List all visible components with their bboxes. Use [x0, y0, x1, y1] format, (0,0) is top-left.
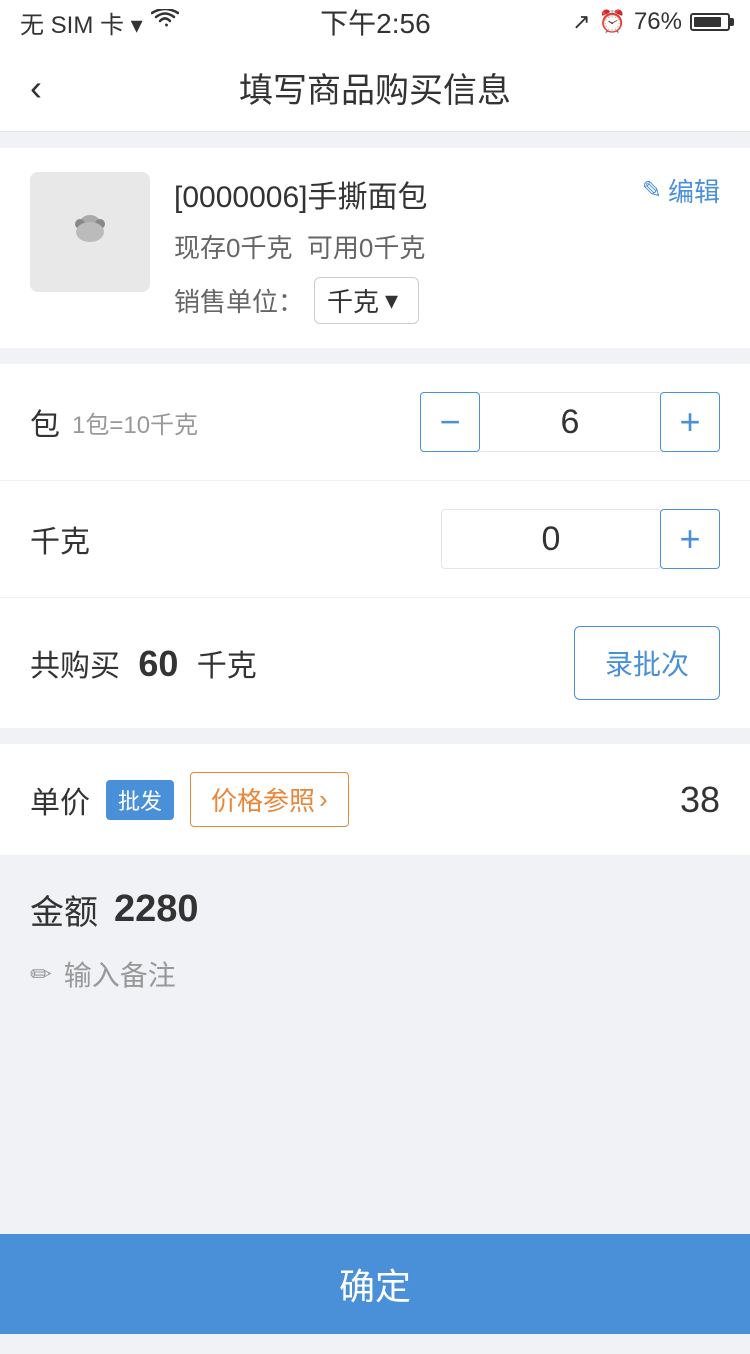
quantity-row-kg: 千克 + — [0, 481, 750, 598]
alarm-icon: ⏰ — [599, 9, 626, 35]
bao-label: 包 1包=10千克 — [30, 400, 198, 444]
bao-controls: − + — [420, 392, 720, 452]
quantity-section: 包 1包=10千克 − + 千克 + — [0, 364, 750, 598]
edit-icon: ✎ — [642, 176, 662, 205]
page-header: ‹ 填写商品购买信息 — [0, 44, 750, 132]
section-divider-1 — [0, 728, 750, 744]
edit-button[interactable]: ✎ 编辑 — [642, 172, 720, 209]
product-info: [0000006]手撕面包 现存0千克 可用0千克 销售单位： 千克 ▾ — [174, 172, 720, 324]
total-section: 共购买 60 千克 录批次 — [0, 598, 750, 728]
price-tag-wholesale: 批发 — [106, 780, 174, 820]
total-label: 共购买 60 千克 — [30, 641, 257, 685]
status-right: ↗ ⏰ 76% — [572, 8, 730, 36]
quantity-row-bao: 包 1包=10千克 − + — [0, 364, 750, 481]
bao-input[interactable] — [480, 392, 660, 452]
bao-minus-button[interactable]: − — [420, 392, 480, 452]
battery-percent: 76% — [634, 8, 682, 36]
page-title: 填写商品购买信息 — [239, 63, 511, 112]
unit-dropdown-arrow: ▾ — [385, 285, 398, 316]
status-left: 无 SIM 卡 ▾ — [20, 5, 179, 40]
note-placeholder: 输入备注 — [64, 954, 176, 994]
unit-select[interactable]: 千克 ▾ — [314, 277, 419, 324]
kg-input[interactable] — [441, 509, 661, 569]
amount-value: 2280 — [114, 888, 199, 931]
product-stock: 现存0千克 可用0千克 — [174, 228, 720, 265]
note-icon: ✏ — [30, 959, 52, 990]
back-button[interactable]: ‹ — [30, 67, 42, 109]
price-value: 38 — [680, 779, 720, 821]
confirm-button[interactable]: 确定 — [0, 1234, 750, 1334]
product-section: [0000006]手撕面包 现存0千克 可用0千克 销售单位： 千克 ▾ ✎ 编… — [0, 148, 750, 348]
status-bar: 无 SIM 卡 ▾ 下午2:56 ↗ ⏰ 76% — [0, 0, 750, 44]
amount-row: 金额 2280 — [30, 885, 720, 934]
bao-plus-button[interactable]: + — [660, 392, 720, 452]
amount-label: 金额 — [30, 885, 98, 934]
product-name: [0000006]手撕面包 — [174, 172, 720, 216]
product-unit-row: 销售单位： 千克 ▾ — [174, 277, 720, 324]
kg-plus-button[interactable]: + — [660, 509, 720, 569]
battery-icon — [690, 13, 730, 31]
amount-section: 金额 2280 ✏ 输入备注 — [0, 855, 750, 1014]
price-ref-arrow: › — [319, 784, 328, 815]
total-amount: 60 — [138, 643, 178, 684]
price-reference-button[interactable]: 价格参照 › — [190, 772, 349, 827]
note-row[interactable]: ✏ 输入备注 — [30, 954, 720, 994]
location-icon: ↗ — [572, 9, 590, 35]
product-image — [30, 172, 150, 292]
wifi-icon — [151, 8, 179, 36]
sim-label: 无 SIM 卡 ▾ — [20, 5, 143, 40]
price-label: 单价 — [30, 778, 90, 822]
record-batch-button[interactable]: 录批次 — [574, 626, 720, 700]
bao-hint: 1包=10千克 — [72, 405, 198, 440]
status-time: 下午2:56 — [320, 2, 431, 42]
price-section: 单价 批发 价格参照 › 38 — [0, 744, 750, 855]
kg-controls: + — [441, 509, 720, 569]
kg-label: 千克 — [30, 517, 90, 561]
